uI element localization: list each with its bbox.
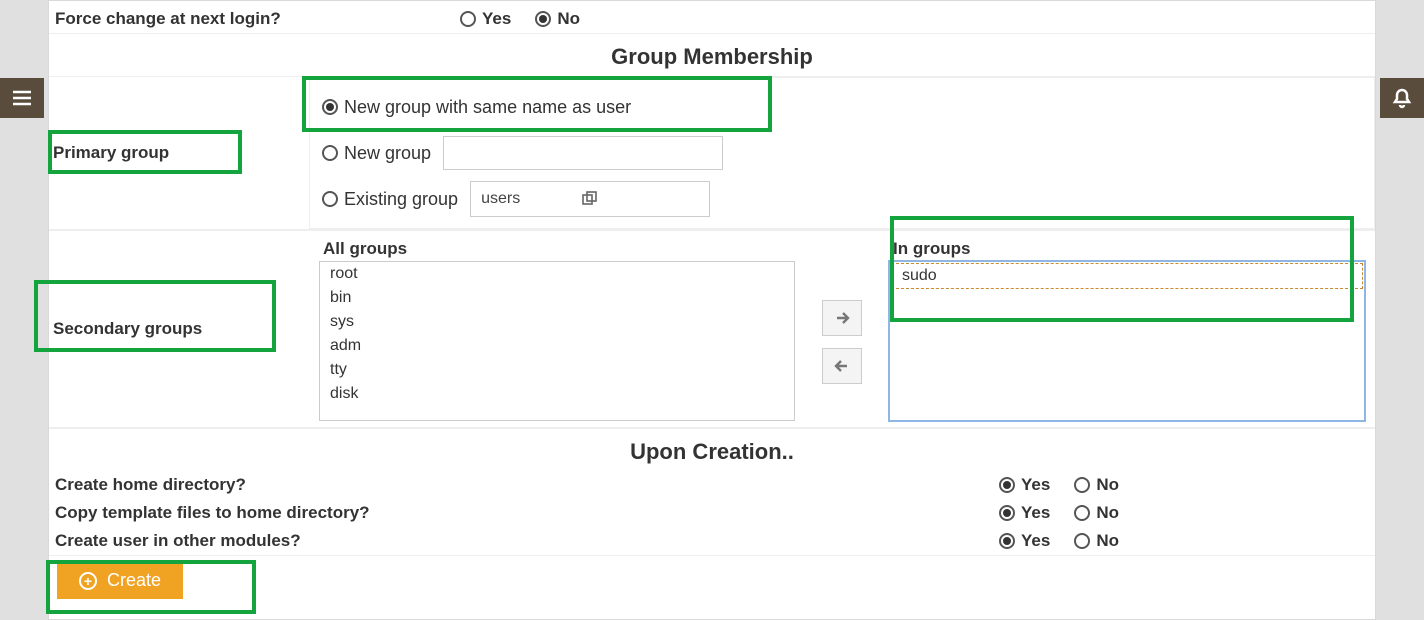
create-home-yes[interactable]: Yes [999,475,1050,495]
notifications-button[interactable] [1380,78,1424,118]
primary-group-existing-select[interactable]: users [470,181,710,217]
list-item[interactable]: adm [320,334,794,358]
copy-templates-label: Copy template files to home directory? [55,503,587,523]
all-groups-header: All groups [319,237,795,261]
popup-icon [580,190,598,208]
arrow-right-icon [833,309,851,327]
upon-creation-header: Upon Creation.. [49,429,1375,471]
other-modules-no[interactable]: No [1074,531,1119,551]
hamburger-icon [11,87,33,109]
list-item[interactable]: sys [320,310,794,334]
force-change-no[interactable]: No [535,9,580,29]
move-left-button[interactable] [822,348,862,384]
primary-group-existing-radio[interactable]: Existing group [322,189,458,210]
list-item[interactable]: sudo [891,263,1363,289]
bell-icon [1391,87,1413,109]
group-membership-header: Group Membership [49,34,1375,76]
copy-templates-no[interactable]: No [1074,503,1119,523]
list-item[interactable]: disk [320,382,794,406]
other-modules-label: Create user in other modules? [55,531,587,551]
primary-group-new-input[interactable] [443,136,723,170]
force-change-label: Force change at next login? [55,9,455,29]
list-item[interactable]: root [320,262,794,286]
force-change-yes[interactable]: Yes [460,9,511,29]
menu-button[interactable] [0,78,44,118]
plus-icon: + [79,572,97,590]
in-groups-list[interactable]: sudo [889,261,1365,421]
list-item[interactable]: tty [320,358,794,382]
create-home-no[interactable]: No [1074,475,1119,495]
list-item[interactable]: bin [320,286,794,310]
create-button[interactable]: + Create [57,562,183,599]
all-groups-list[interactable]: rootbinsysadmttydisk [319,261,795,421]
arrow-left-icon [833,357,851,375]
primary-group-label: Primary group [49,77,309,229]
create-home-label: Create home directory? [55,475,587,495]
secondary-groups-label: Secondary groups [49,231,309,427]
in-groups-header: In groups [889,237,1365,261]
other-modules-yes[interactable]: Yes [999,531,1050,551]
move-right-button[interactable] [822,300,862,336]
primary-group-same-radio[interactable]: New group with same name as user [322,97,631,118]
primary-group-new-radio[interactable]: New group [322,143,431,164]
copy-templates-yes[interactable]: Yes [999,503,1050,523]
